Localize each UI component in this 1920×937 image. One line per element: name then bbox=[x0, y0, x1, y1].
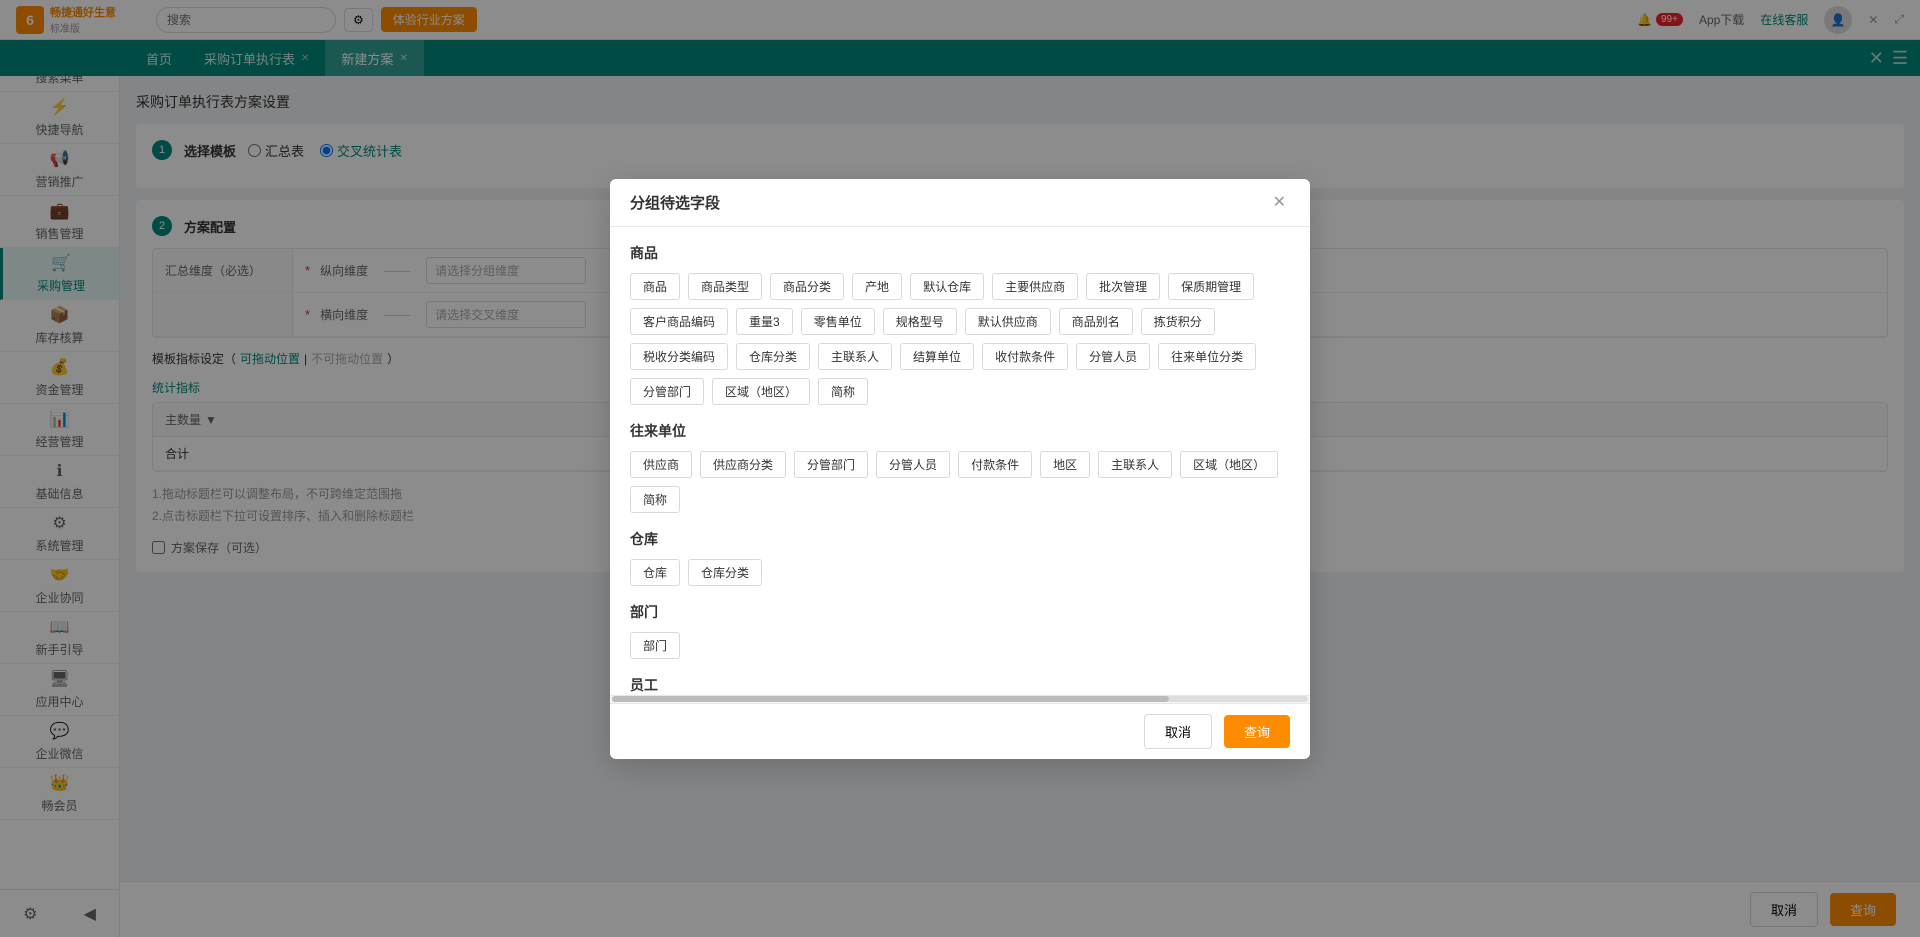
field-tag-spec-model[interactable]: 规格型号 bbox=[883, 308, 957, 335]
field-tag-product-category[interactable]: 商品分类 bbox=[770, 273, 844, 300]
field-tag-contact-partner[interactable]: 主联系人 bbox=[1098, 451, 1172, 478]
field-tag-responsible-dept[interactable]: 分管部门 bbox=[630, 378, 704, 405]
field-tag-default-warehouse[interactable]: 默认仓库 bbox=[910, 273, 984, 300]
field-tag-payment-cond[interactable]: 付款条件 bbox=[958, 451, 1032, 478]
field-tag-warehouse-category[interactable]: 仓库分类 bbox=[736, 343, 810, 370]
field-tag-region-partner[interactable]: 地区 bbox=[1040, 451, 1090, 478]
field-tag-supplier-category[interactable]: 供应商分类 bbox=[700, 451, 786, 478]
group-title-employee: 员工 bbox=[630, 675, 1290, 695]
modal-title: 分组待选字段 bbox=[630, 192, 720, 213]
modal-footer: 取消 查询 bbox=[610, 703, 1310, 759]
field-tag-warehouse-cat[interactable]: 仓库分类 bbox=[688, 559, 762, 586]
group-title-warehouse: 仓库 bbox=[630, 529, 1290, 549]
group-title-dept: 部门 bbox=[630, 602, 1290, 622]
field-tag-dept[interactable]: 部门 bbox=[630, 632, 680, 659]
field-tag-shelf-life[interactable]: 保质期管理 bbox=[1168, 273, 1254, 300]
field-tags-dept: 部门 bbox=[630, 632, 1290, 659]
field-tag-product-alias[interactable]: 商品别名 bbox=[1059, 308, 1133, 335]
field-tags-product: 商品 商品类型 商品分类 产地 默认仓库 主要供应商 批次管理 保质期管理 客户… bbox=[630, 273, 1290, 405]
field-tag-person-partner[interactable]: 分管人员 bbox=[876, 451, 950, 478]
field-tag-responsible-person[interactable]: 分管人员 bbox=[1076, 343, 1150, 370]
field-tag-default-supplier[interactable]: 默认供应商 bbox=[965, 308, 1051, 335]
field-tag-abbr-partner[interactable]: 简称 bbox=[630, 486, 680, 513]
field-tag-weight3[interactable]: 重量3 bbox=[736, 308, 793, 335]
field-tag-region-product[interactable]: 区域（地区） bbox=[712, 378, 810, 405]
field-tag-main-contact[interactable]: 主联系人 bbox=[818, 343, 892, 370]
field-tag-partner-category[interactable]: 往来单位分类 bbox=[1158, 343, 1256, 370]
field-tag-product[interactable]: 商品 bbox=[630, 273, 680, 300]
field-tag-area-partner[interactable]: 区域（地区） bbox=[1180, 451, 1278, 478]
field-tag-tax-code[interactable]: 税收分类编码 bbox=[630, 343, 728, 370]
modal-confirm-button[interactable]: 查询 bbox=[1224, 715, 1290, 748]
field-tag-customer-code[interactable]: 客户商品编码 bbox=[630, 308, 728, 335]
field-tag-supplier[interactable]: 供应商 bbox=[630, 451, 692, 478]
modal-hscroll[interactable] bbox=[610, 695, 1310, 702]
field-tags-partner: 供应商 供应商分类 分管部门 分管人员 付款条件 地区 主联系人 区域（地区） … bbox=[630, 451, 1290, 513]
modal-header: 分组待选字段 ✕ bbox=[610, 179, 1310, 227]
field-tags-warehouse: 仓库 仓库分类 bbox=[630, 559, 1290, 586]
field-tag-warehouse[interactable]: 仓库 bbox=[630, 559, 680, 586]
modal-body[interactable]: 商品 商品 商品类型 商品分类 产地 默认仓库 主要供应商 批次管理 保质期管理… bbox=[610, 227, 1310, 696]
group-title-partner: 往来单位 bbox=[630, 421, 1290, 441]
field-tag-retail-unit[interactable]: 零售单位 bbox=[801, 308, 875, 335]
field-tag-pick-points[interactable]: 拣货积分 bbox=[1141, 308, 1215, 335]
modal-field-select: 分组待选字段 ✕ 商品 商品 商品类型 商品分类 产地 默认仓库 主要供应商 批… bbox=[610, 179, 1310, 759]
modal-close-button[interactable]: ✕ bbox=[1269, 188, 1290, 216]
field-tag-abbr-product[interactable]: 简称 bbox=[818, 378, 868, 405]
field-tag-batch-mgmt[interactable]: 批次管理 bbox=[1086, 273, 1160, 300]
field-tag-payment-terms[interactable]: 收付款条件 bbox=[982, 343, 1068, 370]
modal-cancel-button[interactable]: 取消 bbox=[1144, 714, 1212, 749]
field-tag-settlement-unit[interactable]: 结算单位 bbox=[900, 343, 974, 370]
field-tag-origin[interactable]: 产地 bbox=[852, 273, 902, 300]
modal-overlay: 分组待选字段 ✕ 商品 商品 商品类型 商品分类 产地 默认仓库 主要供应商 批… bbox=[0, 0, 1920, 937]
group-title-product: 商品 bbox=[630, 243, 1290, 263]
field-tag-main-supplier[interactable]: 主要供应商 bbox=[992, 273, 1078, 300]
field-tag-product-type[interactable]: 商品类型 bbox=[688, 273, 762, 300]
field-tag-dept-partner[interactable]: 分管部门 bbox=[794, 451, 868, 478]
